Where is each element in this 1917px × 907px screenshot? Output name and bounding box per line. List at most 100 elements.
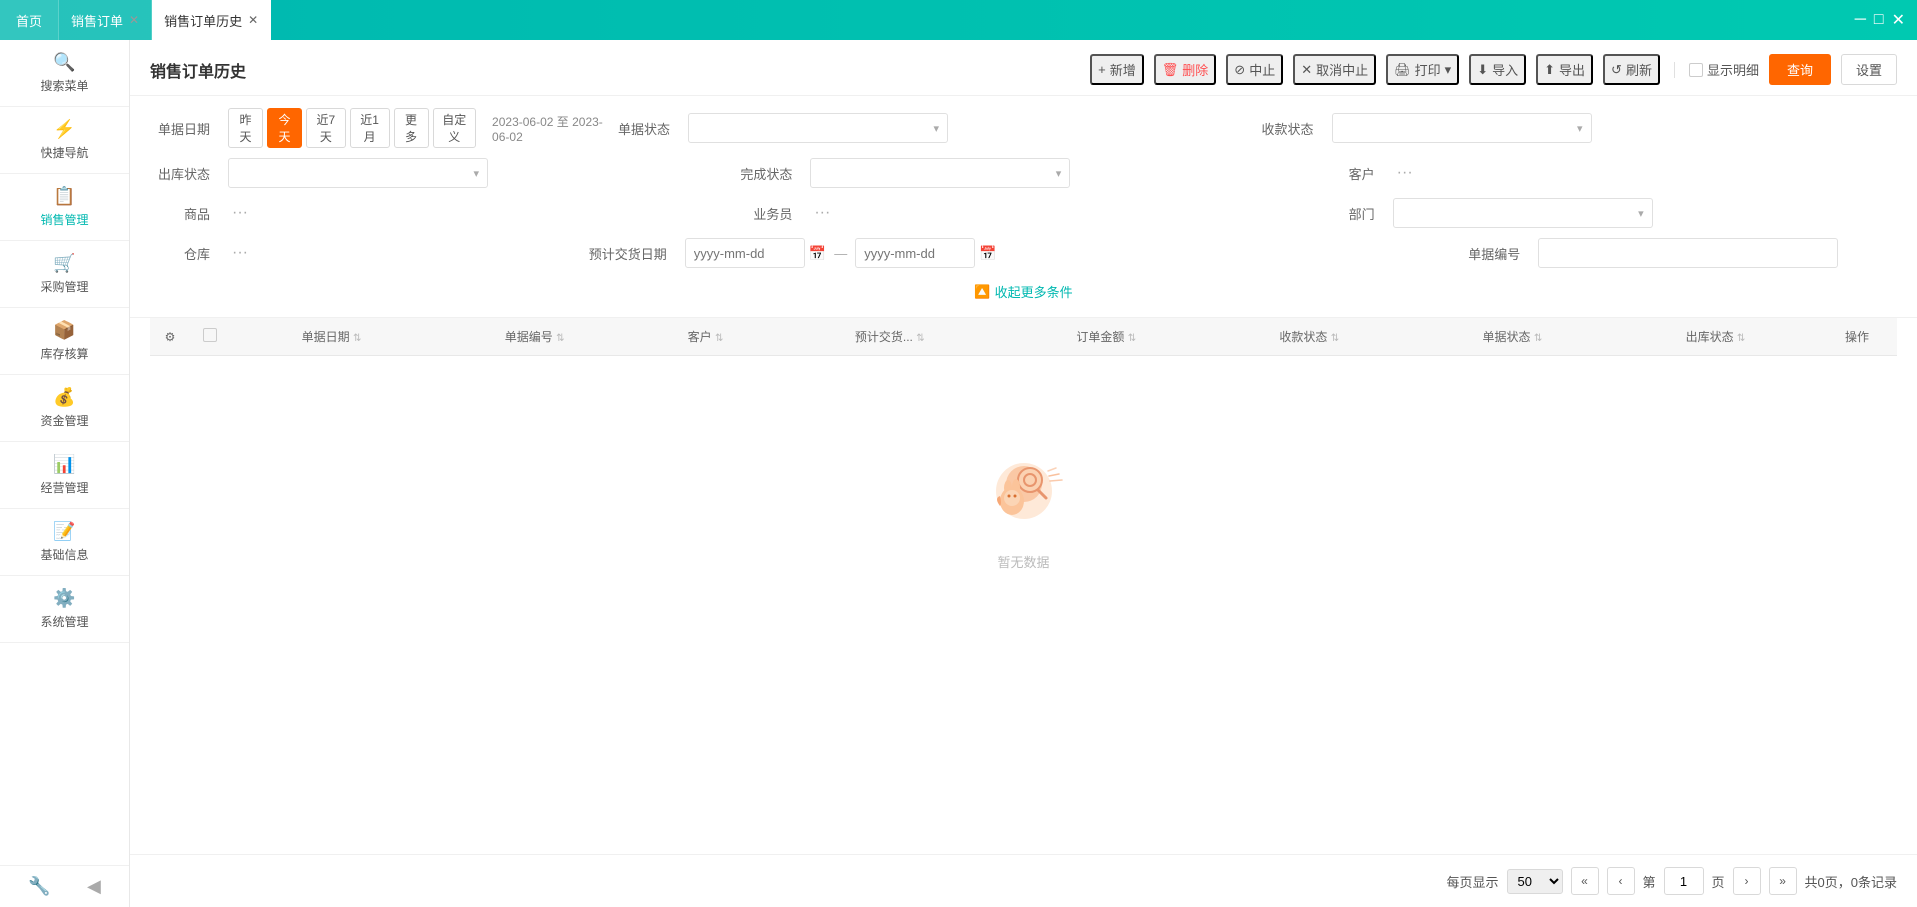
sidebar-item-inventory-calc-label: 库存核算 (40, 345, 88, 362)
content-area: 销售订单历史 + 新增 🗑 删除 ⊘ 中止 ✕ 取消中止 (130, 40, 1917, 907)
col-outstock-status[interactable]: 出库状态 ⇅ (1614, 318, 1817, 356)
first-page-btn[interactable]: « (1571, 867, 1599, 895)
display-detail-checkbox[interactable] (1689, 63, 1703, 77)
tab-sales-order-history-label: 销售订单历史 (164, 11, 242, 30)
expected-date-to-input[interactable] (855, 238, 975, 268)
sidebar-settings-icon[interactable]: 🔧 (28, 876, 50, 897)
display-detail-toggle[interactable]: 显示明细 (1689, 60, 1759, 79)
col-bill-status[interactable]: 单据状态 ⇅ (1411, 318, 1614, 356)
expected-date-to-calendar-icon[interactable]: 📅 (979, 245, 996, 262)
sidebar-item-operations-mgmt[interactable]: 📊 经营管理 (0, 442, 129, 509)
expected-date-from-input[interactable] (685, 238, 805, 268)
sidebar-item-fund-mgmt[interactable]: 💰 资金管理 (0, 375, 129, 442)
complete-status-select[interactable]: ▾ (810, 158, 1070, 188)
tab-sales-order[interactable]: 销售订单 ✕ (59, 0, 152, 40)
date-7days-btn[interactable]: 近7天 (306, 108, 346, 148)
tab-sales-order-history-close[interactable]: ✕ (248, 13, 258, 27)
sidebar-item-fund-mgmt-label: 资金管理 (40, 412, 88, 429)
sidebar-item-search-menu[interactable]: 🔍 搜索菜单 (0, 40, 129, 107)
date-label: 单据日期 (150, 119, 220, 138)
print-icon: 🖨 (1394, 62, 1411, 78)
col-checkbox[interactable] (190, 318, 230, 356)
print-button[interactable]: 🖨 打印 ▾ (1386, 54, 1459, 85)
col-bill-number[interactable]: 单据编号 ⇅ (433, 318, 636, 356)
sidebar-item-quick-nav[interactable]: ⚡ 快捷导航 (0, 107, 129, 174)
stop-button[interactable]: ⊘ 中止 (1226, 54, 1283, 85)
col-outstock-status-sort-icon[interactable]: ⇅ (1737, 333, 1745, 344)
next-page-btn[interactable]: › (1733, 867, 1761, 895)
col-bill-date-sort-icon[interactable]: ⇅ (353, 333, 361, 344)
date-custom-btn[interactable]: 自定义 (433, 108, 477, 148)
col-bill-status-sort-icon[interactable]: ⇅ (1534, 333, 1542, 344)
sidebar-item-inventory-calc[interactable]: 📦 库存核算 (0, 308, 129, 375)
customer-section: 客户 ··· (1315, 164, 1897, 183)
maximize-icon[interactable]: □ (1874, 11, 1884, 29)
date-more-btn[interactable]: 更多 (394, 108, 429, 148)
collapse-up-icon: 🔼 (974, 284, 990, 300)
col-bill-number-sort-icon[interactable]: ⇅ (556, 333, 564, 344)
import-icon: ⬇ (1477, 62, 1488, 78)
dept-select[interactable]: ▾ (1393, 198, 1653, 228)
col-settings[interactable]: ⚙ (150, 318, 190, 356)
expected-date-label: 预计交货日期 (587, 244, 677, 263)
col-order-amount-label: 订单金额 (1076, 330, 1124, 344)
sidebar-item-sales-mgmt-label: 销售管理 (40, 211, 88, 228)
bill-number-section: 单据编号 (1460, 238, 1897, 268)
col-payment-status[interactable]: 收款状态 ⇅ (1208, 318, 1411, 356)
col-customer-sort-icon[interactable]: ⇅ (715, 333, 723, 344)
prev-page-btn[interactable]: ‹ (1607, 867, 1635, 895)
col-bill-date[interactable]: 单据日期 ⇅ (230, 318, 433, 356)
cancel-stop-button[interactable]: ✕ 取消中止 (1293, 54, 1376, 85)
export-button[interactable]: ⬆ 导出 (1536, 54, 1593, 85)
date-today-btn[interactable]: 今天 (267, 108, 302, 148)
query-button[interactable]: 查询 (1769, 54, 1831, 85)
expected-date-from-calendar-icon[interactable]: 📅 (809, 245, 826, 262)
outstock-status-select[interactable]: ▾ (228, 158, 488, 188)
sidebar-item-purchase-mgmt[interactable]: 🛒 采购管理 (0, 241, 129, 308)
col-expected-delivery-sort-icon[interactable]: ⇅ (916, 333, 924, 344)
delete-button[interactable]: 🗑 删除 (1154, 54, 1217, 85)
add-icon: + (1098, 62, 1106, 77)
import-button[interactable]: ⬇ 导入 (1469, 54, 1526, 85)
delete-label: 删除 (1182, 60, 1208, 79)
main-layout: 🔍 搜索菜单 ⚡ 快捷导航 📋 销售管理 🛒 采购管理 📦 库存核算 💰 资金管… (0, 40, 1917, 907)
salesperson-dots[interactable]: ··· (810, 204, 834, 222)
outstock-status-label: 出库状态 (150, 164, 220, 183)
bill-number-label: 单据编号 (1460, 244, 1530, 263)
select-all-checkbox[interactable] (203, 328, 217, 342)
minimize-icon[interactable]: ─ (1855, 11, 1866, 29)
col-payment-status-sort-icon[interactable]: ⇅ (1331, 333, 1339, 344)
sidebar-item-sales-mgmt[interactable]: 📋 销售管理 (0, 174, 129, 241)
sidebar-collapse-icon[interactable]: ◀ (87, 876, 101, 897)
sidebar-item-basic-info[interactable]: 📝 基础信息 (0, 509, 129, 576)
col-customer[interactable]: 客户 ⇅ (636, 318, 775, 356)
add-button[interactable]: + 新增 (1090, 54, 1144, 85)
customer-dots[interactable]: ··· (1393, 164, 1417, 182)
col-expected-delivery[interactable]: 预计交货... ⇅ (775, 318, 1005, 356)
close-window-icon[interactable]: ✕ (1892, 10, 1905, 30)
export-icon: ⬆ (1544, 62, 1555, 78)
collapse-more-btn[interactable]: 🔼 收起更多条件 (150, 278, 1897, 305)
tab-home[interactable]: 首页 (0, 0, 59, 40)
goods-dots[interactable]: ··· (228, 204, 252, 222)
payment-status-select[interactable]: ▾ (1332, 113, 1592, 143)
search-menu-icon: 🔍 (53, 52, 75, 73)
page-size-select[interactable]: 20 50 100 (1507, 869, 1563, 894)
quick-nav-icon: ⚡ (53, 119, 75, 140)
tab-sales-order-close[interactable]: ✕ (129, 13, 139, 27)
date-yesterday-btn[interactable]: 昨天 (228, 108, 263, 148)
warehouse-dots[interactable]: ··· (228, 244, 252, 262)
bill-number-input[interactable] (1538, 238, 1838, 268)
col-order-amount-sort-icon[interactable]: ⇅ (1128, 333, 1136, 344)
date-1month-btn[interactable]: 近1月 (350, 108, 390, 148)
salesperson-label: 业务员 (732, 204, 802, 223)
tab-sales-order-history[interactable]: 销售订单历史 ✕ (152, 0, 271, 40)
settings-icon[interactable]: ⚙ (165, 330, 176, 344)
setting-button[interactable]: 设置 (1841, 54, 1897, 85)
last-page-btn[interactable]: » (1769, 867, 1797, 895)
refresh-button[interactable]: ↺ 刷新 (1603, 54, 1660, 85)
page-number-input[interactable] (1664, 867, 1704, 895)
bill-status-select[interactable]: ▾ (688, 113, 948, 143)
sidebar-item-system-mgmt[interactable]: ⚙️ 系统管理 (0, 576, 129, 643)
col-order-amount[interactable]: 订单金额 ⇅ (1005, 318, 1208, 356)
